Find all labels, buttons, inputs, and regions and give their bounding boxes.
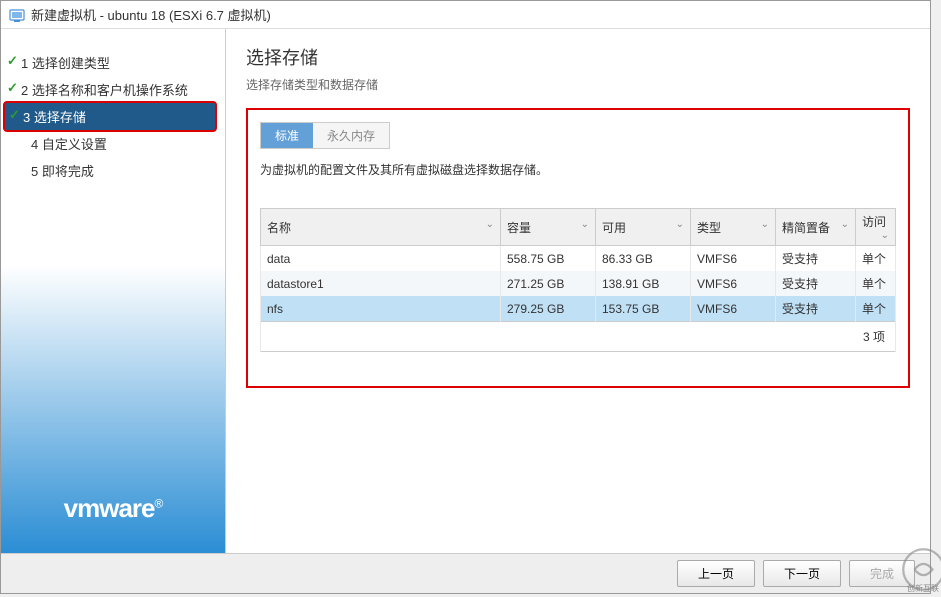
step-2[interactable]: 2 选择名称和客户机操作系统 (1, 76, 225, 103)
wizard-window: 新建虚拟机 - ubuntu 18 (ESXi 6.7 虚拟机) 1 选择创建类… (0, 0, 931, 594)
cell-thin: 受支持 (776, 271, 856, 296)
vm-icon (9, 7, 25, 23)
prev-button[interactable]: 上一页 (677, 560, 755, 587)
sidebar: 1 选择创建类型 2 选择名称和客户机操作系统 3 选择存储 4 自定义设置 5… (1, 29, 226, 554)
cell-access: 单个 (856, 246, 896, 272)
cell-thin: 受支持 (776, 296, 856, 322)
tab-pmem[interactable]: 永久内存 (313, 123, 389, 148)
main-panel: 选择存储 选择存储类型和数据存储 标准 永久内存 为虚拟机的配置文件及其所有虚拟… (226, 29, 930, 554)
table-row[interactable]: nfs279.25 GB153.75 GBVMFS6受支持单个 (261, 296, 896, 322)
chevron-down-icon: ⌄ (486, 219, 494, 230)
col-access[interactable]: 访问⌄ (856, 209, 896, 246)
page-subtitle: 选择存储类型和数据存储 (246, 76, 910, 93)
cell-type: VMFS6 (691, 246, 776, 272)
chevron-down-icon: ⌄ (841, 219, 849, 230)
cell-available: 86.33 GB (596, 246, 691, 272)
cell-type: VMFS6 (691, 271, 776, 296)
col-name[interactable]: 名称⌄ (261, 209, 501, 246)
cell-capacity: 271.25 GB (501, 271, 596, 296)
cell-capacity: 279.25 GB (501, 296, 596, 322)
wizard-steps: 1 选择创建类型 2 选择名称和客户机操作系统 3 选择存储 4 自定义设置 5… (1, 49, 225, 184)
cell-name: data (261, 246, 501, 272)
vmware-logo: vmware® (1, 493, 225, 524)
cell-name: datastore1 (261, 271, 501, 296)
step-5: 5 即将完成 (1, 157, 225, 184)
table-row[interactable]: datastore1271.25 GB138.91 GBVMFS6受支持单个 (261, 271, 896, 296)
storage-description: 为虚拟机的配置文件及其所有虚拟磁盘选择数据存储。 (260, 161, 896, 178)
chevron-down-icon: ⌄ (881, 230, 889, 241)
chevron-down-icon: ⌄ (581, 219, 589, 230)
cell-available: 153.75 GB (596, 296, 691, 322)
wizard-body: 1 选择创建类型 2 选择名称和客户机操作系统 3 选择存储 4 自定义设置 5… (1, 29, 930, 554)
table-footer: 3 项 (261, 322, 896, 352)
step-1[interactable]: 1 选择创建类型 (1, 49, 225, 76)
window-title: 新建虚拟机 - ubuntu 18 (ESXi 6.7 虚拟机) (31, 5, 271, 24)
cell-type: VMFS6 (691, 296, 776, 322)
item-count: 3 项 (261, 322, 896, 352)
cell-available: 138.91 GB (596, 271, 691, 296)
titlebar: 新建虚拟机 - ubuntu 18 (ESXi 6.7 虚拟机) (1, 1, 930, 29)
button-bar: 上一页 下一页 完成 (1, 553, 930, 593)
col-type[interactable]: 类型⌄ (691, 209, 776, 246)
step-3[interactable]: 3 选择存储 (3, 101, 217, 132)
watermark-text: 创新互联 (907, 583, 939, 594)
tab-standard[interactable]: 标准 (261, 123, 313, 148)
next-button[interactable]: 下一页 (763, 560, 841, 587)
step-4: 4 自定义设置 (1, 130, 225, 157)
page-heading: 选择存储 (246, 44, 910, 70)
cell-capacity: 558.75 GB (501, 246, 596, 272)
table-row[interactable]: data558.75 GB86.33 GBVMFS6受支持单个 (261, 246, 896, 272)
chevron-down-icon: ⌄ (761, 219, 769, 230)
cell-thin: 受支持 (776, 246, 856, 272)
storage-selection-box: 标准 永久内存 为虚拟机的配置文件及其所有虚拟磁盘选择数据存储。 名称⌄ 容量⌄… (246, 108, 910, 388)
storage-tabs: 标准 永久内存 (260, 122, 390, 149)
col-capacity[interactable]: 容量⌄ (501, 209, 596, 246)
cell-access: 单个 (856, 271, 896, 296)
table-header-row: 名称⌄ 容量⌄ 可用⌄ 类型⌄ 精简置备⌄ 访问⌄ (261, 209, 896, 246)
col-thin[interactable]: 精简置备⌄ (776, 209, 856, 246)
datastore-table: 名称⌄ 容量⌄ 可用⌄ 类型⌄ 精简置备⌄ 访问⌄ data558.75 GB8… (260, 208, 896, 352)
col-available[interactable]: 可用⌄ (596, 209, 691, 246)
chevron-down-icon: ⌄ (676, 219, 684, 230)
cell-name: nfs (261, 296, 501, 322)
cell-access: 单个 (856, 296, 896, 322)
